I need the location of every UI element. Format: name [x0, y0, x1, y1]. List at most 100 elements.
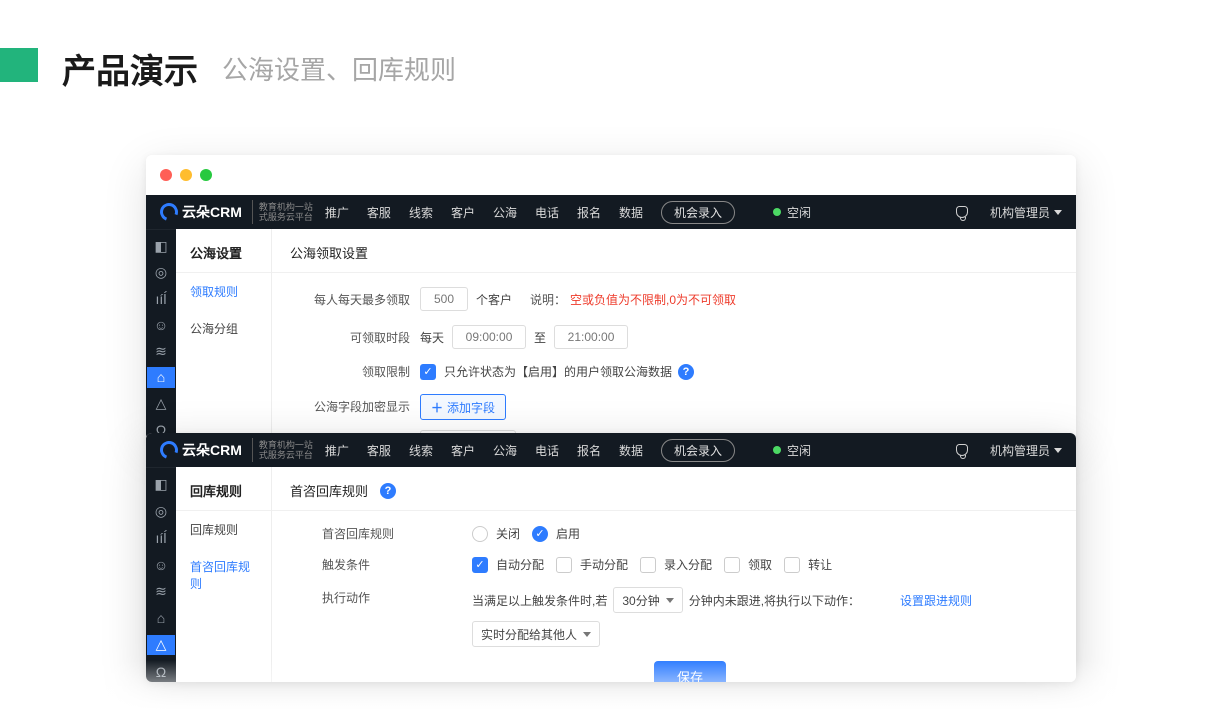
input-time-to[interactable] — [554, 325, 628, 349]
sidebar-item-first-consult[interactable]: 首咨回库规则 — [176, 548, 271, 602]
sidebar-item-claim-rules[interactable]: 领取规则 — [176, 273, 271, 310]
label-restrict: 领取限制 — [290, 363, 420, 380]
user-menu[interactable]: 机构管理员 — [990, 442, 1062, 459]
action-sentence-1: 当满足以上触发条件时,若 — [472, 592, 607, 609]
rail-icon-1[interactable]: ◧ — [147, 236, 175, 256]
sidebar-item-groups[interactable]: 公海分组 — [176, 310, 271, 347]
select-action[interactable]: 实时分配给其他人 — [472, 621, 600, 647]
nav-item-data[interactable]: 数据 — [619, 442, 643, 459]
rail-icon-8[interactable]: Ω — [147, 661, 175, 682]
rail-icon-5[interactable]: ≋ — [147, 341, 175, 361]
label-trigger: 触发条件 — [322, 556, 412, 573]
nav-item-enroll[interactable]: 报名 — [577, 204, 601, 221]
save-button[interactable]: 保存 — [654, 661, 726, 682]
action-sentence-2: 分钟内未跟进,将执行以下动作： — [689, 592, 860, 609]
check-manual[interactable]: 手动分配 — [556, 556, 628, 573]
nav-item-leads[interactable]: 线索 — [409, 442, 433, 459]
rail-icon-4[interactable]: ☺ — [147, 315, 175, 335]
nav-item-enroll[interactable]: 报名 — [577, 442, 601, 459]
user-menu[interactable]: 机构管理员 — [990, 204, 1062, 221]
label-time-range: 可领取时段 — [290, 329, 420, 346]
nav-item-customers[interactable]: 客户 — [451, 442, 475, 459]
nav-item-data[interactable]: 数据 — [619, 204, 643, 221]
help-icon[interactable]: ? — [678, 364, 694, 380]
left-rail-b: ◧ ◎ ıíĺ ☺ ≋ ⌂ △ Ω — [146, 467, 176, 682]
sidebar-title: 公海设置 — [176, 229, 271, 273]
rail-icon-6[interactable]: ⌂ — [147, 608, 175, 629]
opportunity-entry-button[interactable]: 机会录入 — [661, 439, 735, 462]
rail-icon-6-active[interactable]: ⌂ — [147, 367, 175, 387]
nav-item-promotion[interactable]: 推广 — [325, 204, 349, 221]
plus-icon: ＋ — [431, 399, 443, 416]
radio-off[interactable]: 关闭 — [472, 525, 520, 542]
user-name: 机构管理员 — [990, 204, 1050, 221]
slide-subtitle: 公海设置、回库规则 — [222, 50, 456, 87]
sidebar-item-return-rules[interactable]: 回库规则 — [176, 511, 271, 548]
sidebar: 公海设置 领取规则 公海分组 — [176, 229, 272, 440]
nav-item-service[interactable]: 客服 — [367, 442, 391, 459]
status-text[interactable]: 空闲 — [787, 204, 811, 221]
hint-limit: 说明：空或负值为不限制,0为不可领取 — [530, 291, 736, 308]
bell-icon[interactable] — [956, 444, 968, 456]
rail-icon-2[interactable]: ◎ — [147, 262, 175, 282]
content-title: 公海领取设置 — [272, 229, 1076, 273]
restrict-text: 只允许状态为【启用】的用户领取公海数据 — [444, 363, 672, 380]
nav-item-phone[interactable]: 电话 — [535, 204, 559, 221]
time-mid: 至 — [534, 329, 546, 346]
chevron-down-icon — [1054, 448, 1062, 453]
rail-icon-3[interactable]: ıíĺ — [147, 528, 175, 549]
nav-item-promotion[interactable]: 推广 — [325, 442, 349, 459]
close-dot-icon[interactable] — [160, 169, 172, 181]
nav-item-leads[interactable]: 线索 — [409, 204, 433, 221]
input-time-from[interactable] — [452, 325, 526, 349]
radio-on-circle: ✓ — [532, 526, 548, 542]
rail-icon-7-active[interactable]: △ — [147, 635, 175, 656]
chevron-down-icon — [583, 632, 591, 637]
rail-icon-1[interactable]: ◧ — [147, 474, 175, 495]
label-daily-limit: 每人每天最多领取 — [290, 291, 420, 308]
minimize-dot-icon[interactable] — [180, 169, 192, 181]
link-follow-rules[interactable]: 设置跟进规则 — [900, 592, 972, 609]
rail-icon-5[interactable]: ≋ — [147, 581, 175, 602]
top-nav: 云朵CRM 教育机构一站 式服务云平台 推广 客服 线索 客户 公海 电话 报名… — [146, 195, 1076, 229]
brand-logo-b[interactable]: 云朵CRM — [160, 440, 242, 460]
slide-title-band: 产品演示 公海设置、回库规则 — [0, 44, 1210, 93]
chevron-down-icon — [1054, 210, 1062, 215]
status-dot-icon — [773, 446, 781, 454]
select-timeout[interactable]: 30分钟 — [613, 587, 682, 613]
check-entry[interactable]: 录入分配 — [640, 556, 712, 573]
label-first-rule: 首咨回库规则 — [322, 525, 412, 542]
status-dot-icon — [773, 208, 781, 216]
nav-item-publicsea[interactable]: 公海 — [493, 204, 517, 221]
cloud-swirl-icon — [157, 200, 181, 224]
content-area: 公海领取设置 每人每天最多领取 个客户 说明：空或负值为不限制,0为不可领取 可… — [272, 229, 1076, 440]
rail-icon-2[interactable]: ◎ — [147, 501, 175, 522]
brand-logo[interactable]: 云朵CRM — [160, 202, 242, 222]
check-transfer[interactable]: 转让 — [784, 556, 832, 573]
input-daily-limit[interactable] — [420, 287, 468, 311]
slide-title: 产品演示 — [62, 44, 198, 93]
checkbox-restrict[interactable]: ✓ — [420, 364, 436, 380]
label-mask-fields: 公海字段加密显示 — [290, 394, 420, 415]
help-icon[interactable]: ? — [380, 483, 396, 499]
rail-icon-4[interactable]: ☺ — [147, 554, 175, 575]
radio-on[interactable]: ✓ 启用 — [532, 525, 580, 542]
add-field-button[interactable]: ＋ 添加字段 — [420, 394, 506, 420]
nav-item-service[interactable]: 客服 — [367, 204, 391, 221]
nav-item-publicsea[interactable]: 公海 — [493, 442, 517, 459]
status-text[interactable]: 空闲 — [787, 442, 811, 459]
check-auto[interactable]: ✓自动分配 — [472, 556, 544, 573]
nav-item-phone[interactable]: 电话 — [535, 442, 559, 459]
bell-icon[interactable] — [956, 206, 968, 218]
rail-icon-7[interactable]: △ — [147, 394, 175, 414]
zoom-dot-icon[interactable] — [200, 169, 212, 181]
left-rail: ◧ ◎ ıíĺ ☺ ≋ ⌂ △ Ω — [146, 229, 176, 440]
cloud-swirl-icon — [157, 438, 181, 462]
rail-icon-3[interactable]: ıíĺ — [147, 289, 175, 309]
sidebar-title-b: 回库规则 — [176, 467, 271, 511]
check-claim[interactable]: 领取 — [724, 556, 772, 573]
opportunity-entry-button[interactable]: 机会录入 — [661, 201, 735, 224]
label-action: 执行动作 — [322, 587, 412, 606]
nav-item-customers[interactable]: 客户 — [451, 204, 475, 221]
window-public-sea-settings: 云朵CRM 教育机构一站 式服务云平台 推广 客服 线索 客户 公海 电话 报名… — [146, 155, 1076, 440]
